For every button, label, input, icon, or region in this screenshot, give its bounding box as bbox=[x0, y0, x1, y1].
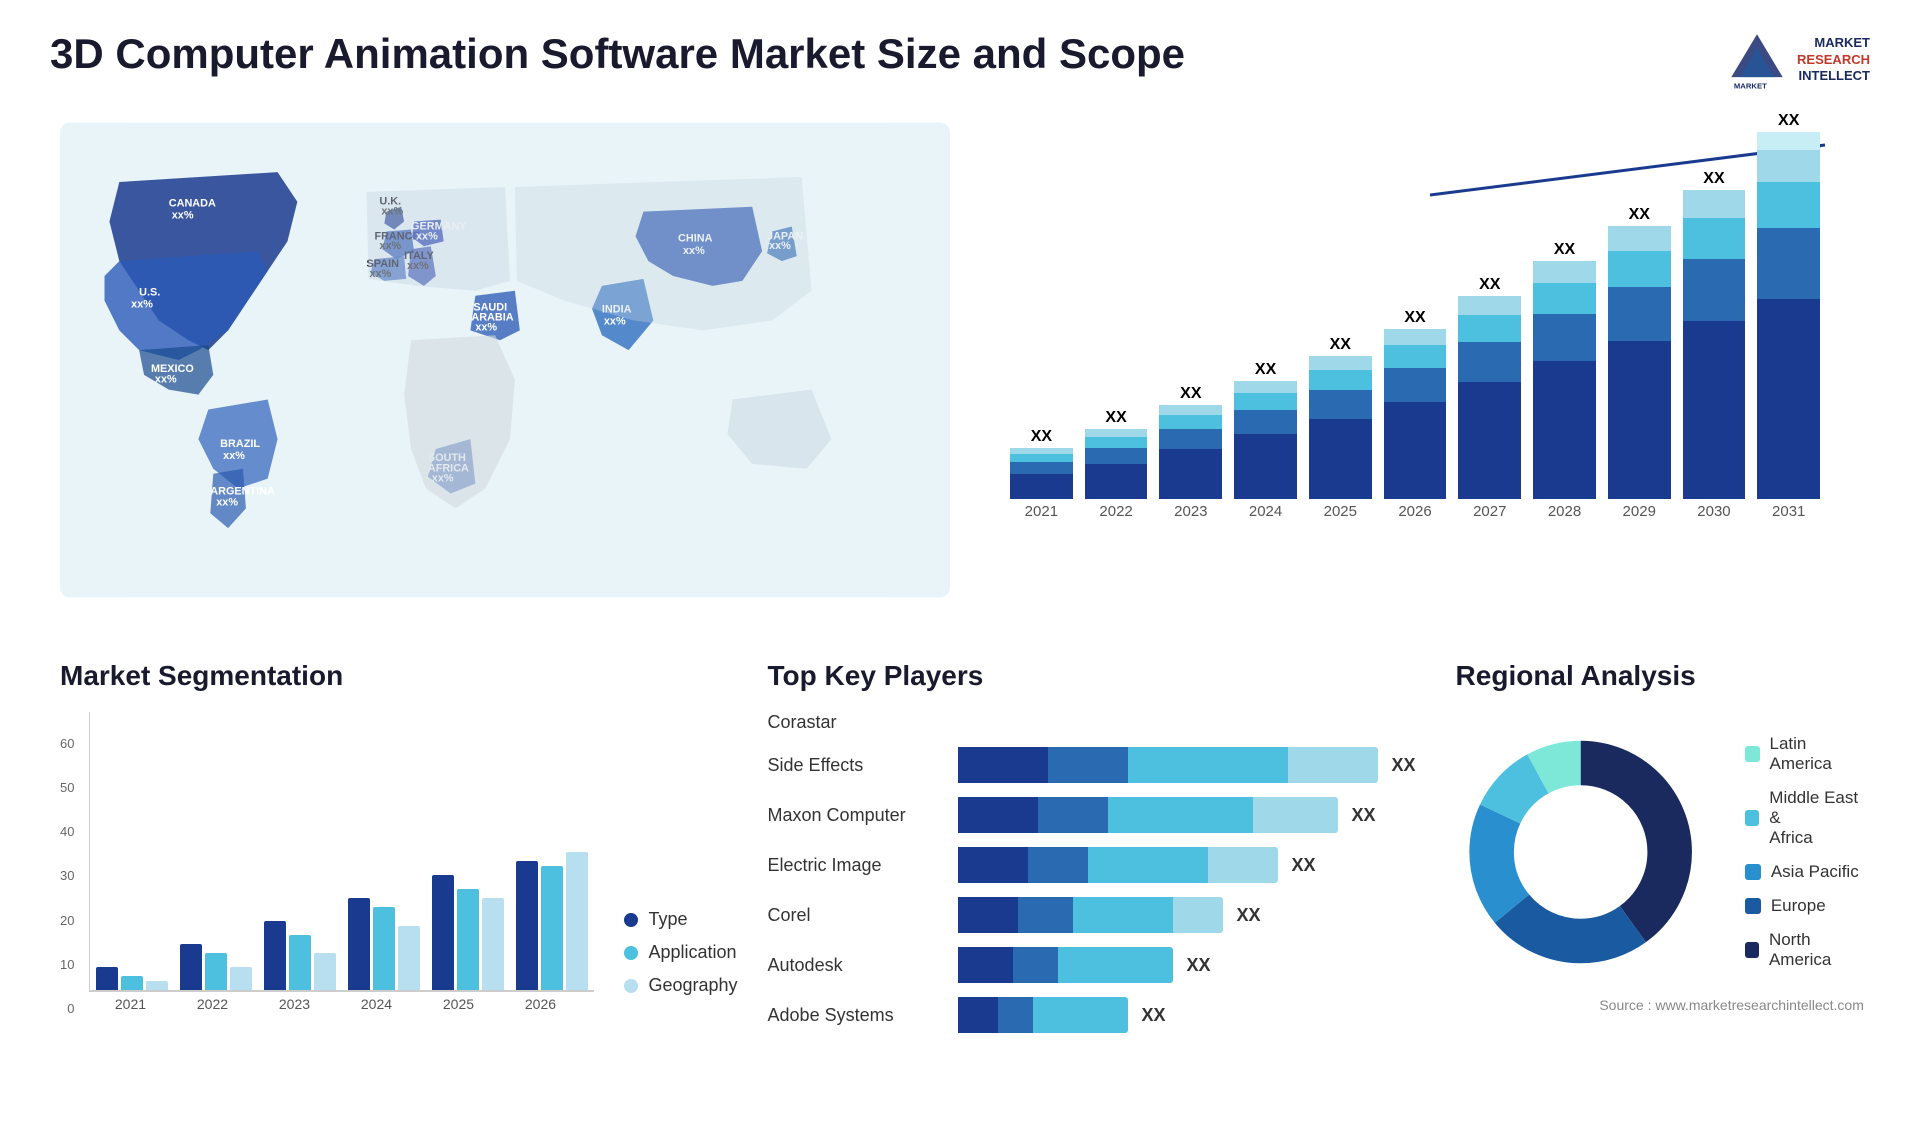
reg-dot-europe bbox=[1745, 898, 1761, 914]
svg-text:xx%: xx% bbox=[475, 321, 497, 333]
player-name: Adobe Systems bbox=[768, 1005, 948, 1026]
player-bar-container: XX bbox=[958, 997, 1416, 1033]
player-row: Autodesk XX bbox=[768, 947, 1416, 983]
players-section: Top Key Players Corastar Side Effects bbox=[748, 640, 1436, 1067]
donut-chart bbox=[1456, 712, 1705, 992]
svg-text:MARKET: MARKET bbox=[1734, 81, 1767, 90]
reg-legend-latin-america: Latin America bbox=[1745, 734, 1864, 774]
player-bar-value: XX bbox=[1392, 755, 1416, 776]
bar-chart-section: XX 2021 XX bbox=[960, 110, 1870, 630]
svg-text:xx%: xx% bbox=[223, 450, 245, 462]
map-section: CANADA xx% U.S. xx% MEXICO xx% BRAZIL xx… bbox=[50, 110, 960, 630]
legend-type: Type bbox=[624, 909, 737, 930]
reg-label-latin: Latin America bbox=[1770, 734, 1864, 774]
bar-chart-bars: XX 2021 XX bbox=[1010, 140, 1820, 520]
reg-legend-mea: Middle East &Africa bbox=[1745, 788, 1864, 848]
player-bar bbox=[958, 897, 1223, 933]
player-bar-container: XX bbox=[958, 847, 1416, 883]
source-text: Source : www.marketresearchintellect.com bbox=[1456, 997, 1864, 1013]
bar-value-2021: XX bbox=[1031, 428, 1052, 446]
svg-text:BRAZIL: BRAZIL bbox=[220, 438, 260, 450]
players-title: Top Key Players bbox=[768, 660, 1416, 692]
player-bar-value: XX bbox=[1292, 855, 1316, 876]
svg-text:xx%: xx% bbox=[172, 210, 194, 222]
page-title: 3D Computer Animation Software Market Si… bbox=[50, 30, 1185, 78]
player-bar-container: XX bbox=[958, 947, 1416, 983]
reg-label-mea: Middle East &Africa bbox=[1769, 788, 1864, 848]
svg-text:CANADA: CANADA bbox=[169, 198, 216, 210]
player-row: Corel XX bbox=[768, 897, 1416, 933]
player-row: Adobe Systems XX bbox=[768, 997, 1416, 1033]
player-name: Side Effects bbox=[768, 755, 948, 776]
map-container: CANADA xx% U.S. xx% MEXICO xx% BRAZIL xx… bbox=[60, 120, 950, 600]
page: 3D Computer Animation Software Market Si… bbox=[0, 0, 1920, 1146]
player-row: Side Effects XX bbox=[768, 747, 1416, 783]
legend-dot-type bbox=[624, 913, 638, 927]
svg-text:xx%: xx% bbox=[216, 496, 238, 508]
player-name: Maxon Computer bbox=[768, 805, 948, 826]
player-row: Maxon Computer XX bbox=[768, 797, 1416, 833]
player-bar bbox=[958, 997, 1128, 1033]
player-bar-container: XX bbox=[958, 747, 1416, 783]
legend-app: Application bbox=[624, 942, 737, 963]
player-bar bbox=[958, 847, 1278, 883]
player-bar-value: XX bbox=[1187, 955, 1211, 976]
legend-dot-app bbox=[624, 946, 638, 960]
segmentation-title: Market Segmentation bbox=[60, 660, 738, 692]
player-row: Electric Image XX bbox=[768, 847, 1416, 883]
player-bar-container: XX bbox=[958, 897, 1416, 933]
world-map: CANADA xx% U.S. xx% MEXICO xx% BRAZIL xx… bbox=[60, 120, 950, 600]
player-name: Corel bbox=[768, 905, 948, 926]
svg-text:U.S.: U.S. bbox=[139, 287, 160, 299]
player-bar bbox=[958, 747, 1378, 783]
logo-text: MARKET RESEARCH INTELLECT bbox=[1797, 35, 1870, 86]
player-row: Corastar bbox=[768, 712, 1416, 733]
header: 3D Computer Animation Software Market Si… bbox=[50, 30, 1870, 90]
seg-bars bbox=[89, 712, 594, 992]
logo-icon: MARKET bbox=[1727, 30, 1787, 90]
reg-dot-apac bbox=[1745, 864, 1761, 880]
reg-label-apac: Asia Pacific bbox=[1771, 862, 1859, 882]
bottom-row: Market Segmentation 60 50 40 30 20 10 0 bbox=[50, 640, 1870, 1067]
player-name: Autodesk bbox=[768, 955, 948, 976]
donut-area: Latin America Middle East &Africa Asia P… bbox=[1456, 712, 1864, 992]
player-name: Electric Image bbox=[768, 855, 948, 876]
player-bar bbox=[958, 947, 1173, 983]
legend-geo: Geography bbox=[624, 975, 737, 996]
reg-dot-mea bbox=[1745, 810, 1759, 826]
player-bar-value: XX bbox=[1237, 905, 1261, 926]
logo: MARKET MARKET RESEARCH INTELLECT bbox=[1727, 30, 1870, 90]
segmentation-section: Market Segmentation 60 50 40 30 20 10 0 bbox=[50, 640, 748, 1067]
reg-legend-na: North America bbox=[1745, 930, 1864, 970]
player-name: Corastar bbox=[768, 712, 948, 733]
reg-label-na: North America bbox=[1769, 930, 1864, 970]
reg-dot-na bbox=[1745, 942, 1759, 958]
players-chart: Corastar Side Effects XX bbox=[768, 712, 1416, 1033]
top-row: CANADA xx% U.S. xx% MEXICO xx% BRAZIL xx… bbox=[50, 110, 1870, 630]
player-bar bbox=[958, 797, 1338, 833]
reg-label-europe: Europe bbox=[1771, 896, 1826, 916]
regional-section: Regional Analysis bbox=[1436, 640, 1884, 1067]
player-bar-value: XX bbox=[1142, 1005, 1166, 1026]
player-bar-container: XX bbox=[958, 797, 1416, 833]
svg-text:xx%: xx% bbox=[155, 374, 177, 386]
reg-dot-latin bbox=[1745, 746, 1760, 762]
regional-legend: Latin America Middle East &Africa Asia P… bbox=[1745, 734, 1864, 970]
reg-legend-apac: Asia Pacific bbox=[1745, 862, 1864, 882]
legend-dot-geo bbox=[624, 979, 638, 993]
svg-text:xx%: xx% bbox=[131, 299, 153, 311]
reg-legend-europe: Europe bbox=[1745, 896, 1864, 916]
seg-legend: Type Application Geography bbox=[624, 909, 737, 996]
regional-title: Regional Analysis bbox=[1456, 660, 1864, 692]
player-bar-value: XX bbox=[1352, 805, 1376, 826]
